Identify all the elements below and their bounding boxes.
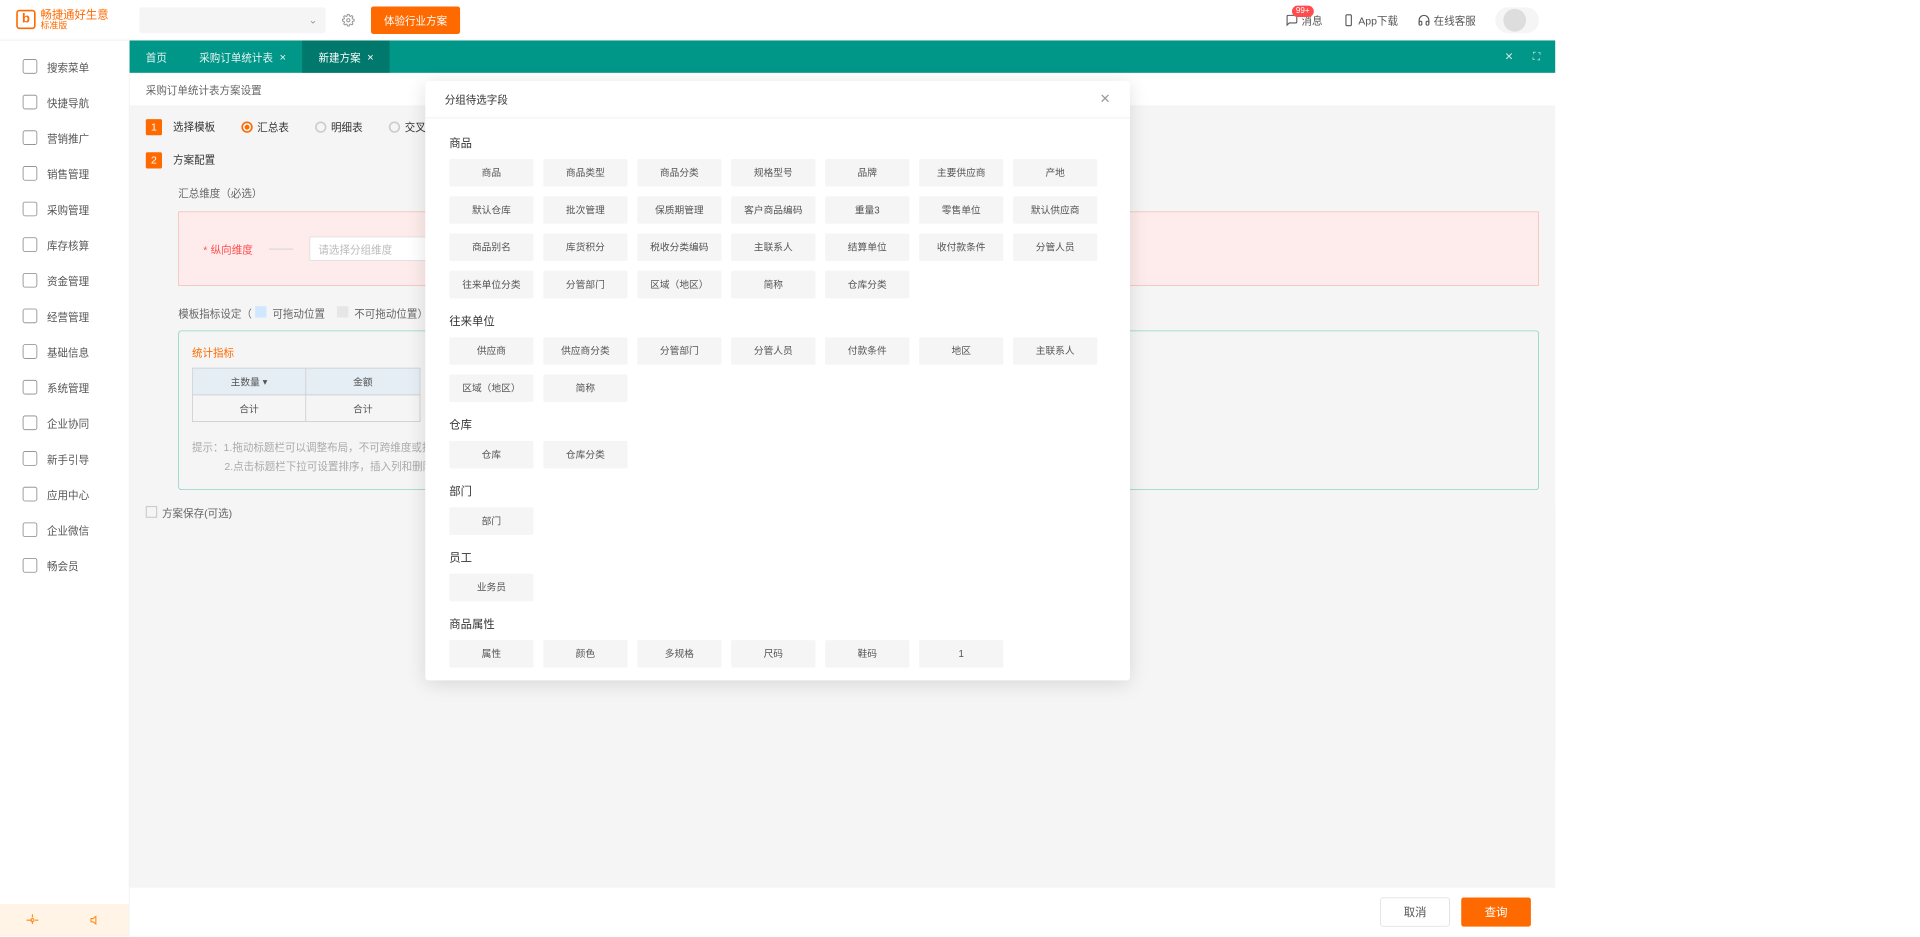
field-chip[interactable]: 默认供应商: [1013, 196, 1097, 224]
field-chip[interactable]: 供应商分类: [544, 337, 628, 365]
field-group-title: 往来单位: [450, 312, 1106, 328]
field-chip[interactable]: 尺码: [731, 640, 815, 668]
field-group-title: 商品属性: [450, 615, 1106, 631]
field-chip[interactable]: 分管人员: [731, 337, 815, 365]
field-chip[interactable]: 税收分类编码: [637, 233, 721, 261]
field-chip[interactable]: 产地: [1013, 158, 1097, 186]
field-chip[interactable]: 业务员: [450, 573, 534, 601]
field-chip[interactable]: 多规格: [637, 640, 721, 668]
field-chip[interactable]: 简称: [544, 374, 628, 402]
field-chip[interactable]: 颜色: [544, 640, 628, 668]
field-chip[interactable]: 鞋码: [825, 640, 909, 668]
modal-close-icon[interactable]: ✕: [1100, 91, 1111, 107]
field-chip[interactable]: 区域（地区）: [637, 270, 721, 298]
field-chip[interactable]: 商品: [450, 158, 534, 186]
field-chip[interactable]: 区域（地区）: [450, 374, 534, 402]
field-chip[interactable]: 主要供应商: [919, 158, 1003, 186]
field-chip[interactable]: 零售单位: [919, 196, 1003, 224]
field-chip[interactable]: 重量3: [825, 196, 909, 224]
field-chip[interactable]: 分管人员: [1013, 233, 1097, 261]
field-chip[interactable]: 库货积分: [544, 233, 628, 261]
field-chip[interactable]: 地区: [919, 337, 1003, 365]
field-chip[interactable]: 规格型号: [731, 158, 815, 186]
field-group-title: 员工: [450, 549, 1106, 565]
field-chip[interactable]: 简称: [731, 270, 815, 298]
field-chip[interactable]: 保质期管理: [637, 196, 721, 224]
field-group-title: 商品: [450, 134, 1106, 150]
field-chip[interactable]: 收付款条件: [919, 233, 1003, 261]
group-fields-modal: 分组待选字段 ✕ 商品商品商品类型商品分类规格型号品牌主要供应商产地默认仓库批次…: [425, 81, 1130, 680]
field-chip[interactable]: 分管部门: [544, 270, 628, 298]
field-chip[interactable]: 商品类型: [544, 158, 628, 186]
field-chip[interactable]: 商品别名: [450, 233, 534, 261]
field-chip[interactable]: 属性: [450, 640, 534, 668]
field-chip[interactable]: 批次管理: [544, 196, 628, 224]
field-chip[interactable]: 供应商: [450, 337, 534, 365]
field-chip[interactable]: 分管部门: [637, 337, 721, 365]
field-chip[interactable]: 往来单位分类: [450, 270, 534, 298]
field-chip[interactable]: 仓库分类: [544, 440, 628, 468]
field-chip[interactable]: 默认仓库: [450, 196, 534, 224]
field-chip[interactable]: 结算单位: [825, 233, 909, 261]
field-chip[interactable]: 1: [919, 640, 1003, 668]
field-chip[interactable]: 主联系人: [731, 233, 815, 261]
field-chip[interactable]: 主联系人: [1013, 337, 1097, 365]
field-group-title: 部门: [450, 482, 1106, 498]
field-chip[interactable]: 客户商品编码: [731, 196, 815, 224]
field-chip[interactable]: 部门: [450, 507, 534, 535]
field-chip[interactable]: 仓库: [450, 440, 534, 468]
modal-title: 分组待选字段: [445, 91, 508, 106]
modal-horizontal-scrollbar[interactable]: [425, 670, 1130, 680]
field-chip[interactable]: 仓库分类: [825, 270, 909, 298]
field-group-title: 仓库: [450, 416, 1106, 432]
field-chip[interactable]: 付款条件: [825, 337, 909, 365]
field-chip[interactable]: 商品分类: [637, 158, 721, 186]
field-chip[interactable]: 品牌: [825, 158, 909, 186]
